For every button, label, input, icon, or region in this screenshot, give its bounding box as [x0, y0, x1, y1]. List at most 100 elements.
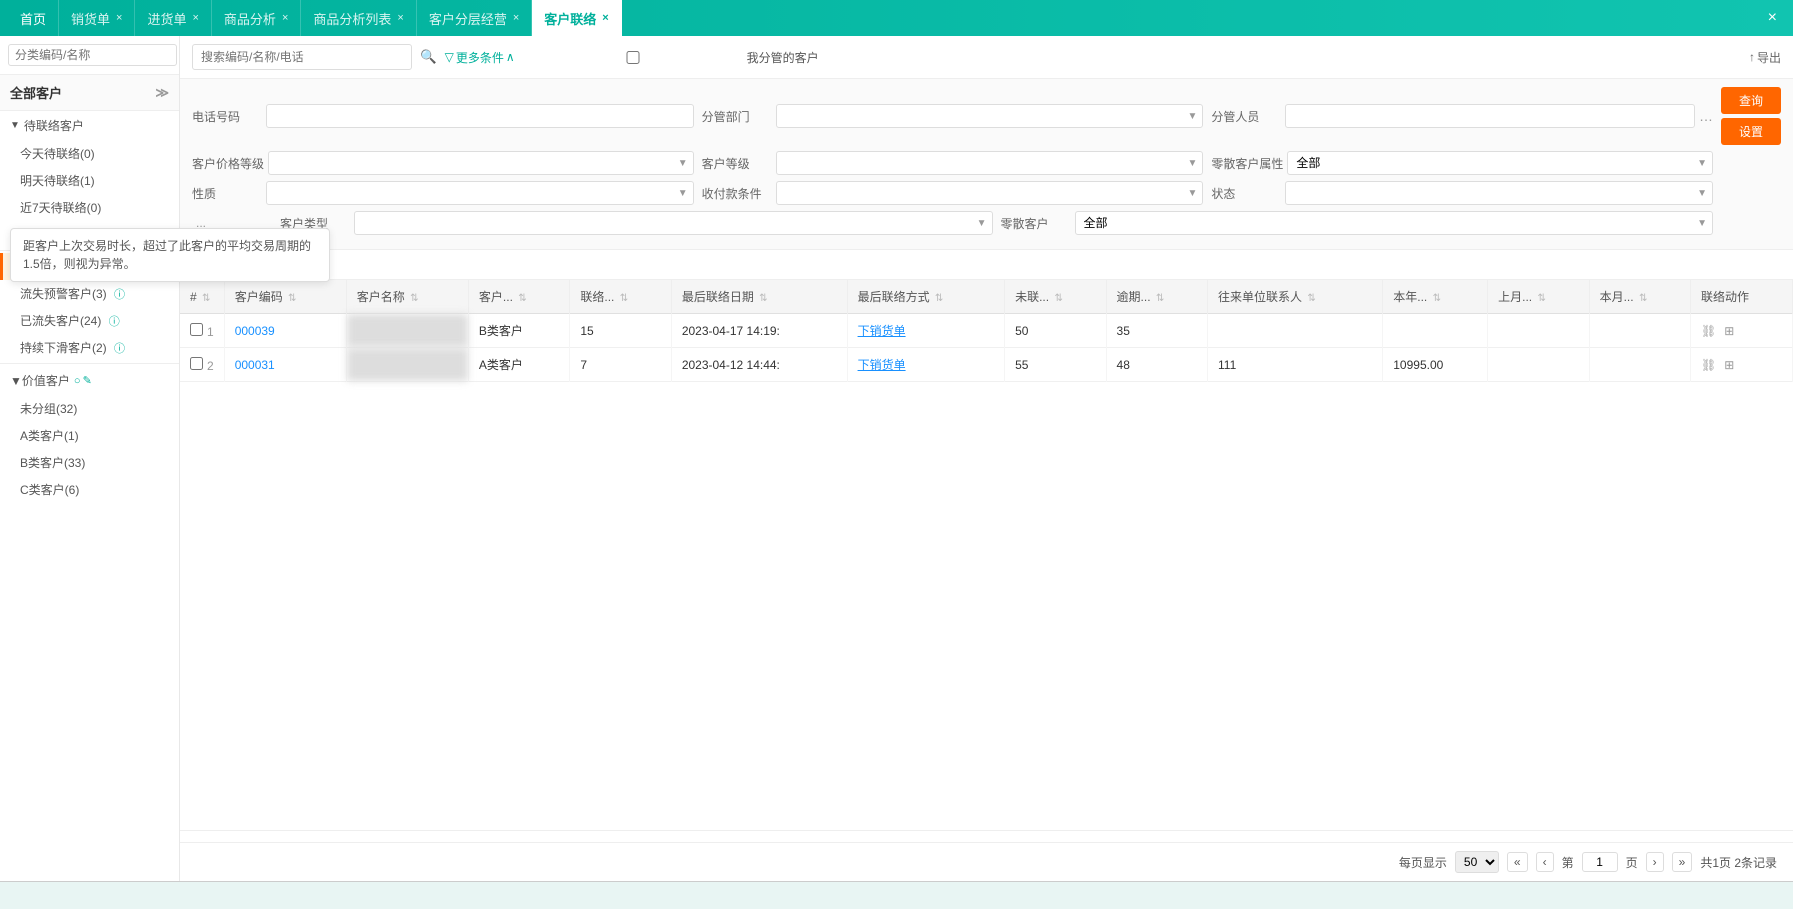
- th-overdue[interactable]: 逾期... ⇅: [1106, 280, 1207, 314]
- close-icon[interactable]: ×: [192, 12, 198, 24]
- sidebar-item-declining[interactable]: 持续下滑客户(2) ⓘ: [0, 334, 179, 361]
- phone-input[interactable]: [266, 104, 694, 128]
- sort-icon: ⇅: [1433, 293, 1441, 304]
- more-conditions-button[interactable]: ▽ 更多条件 ∧: [445, 49, 515, 66]
- tab-product-analysis-list[interactable]: 商品分析列表 ×: [301, 0, 416, 36]
- cell-overdue: 35: [1106, 314, 1207, 348]
- tab-home[interactable]: 首页: [8, 0, 59, 36]
- horizontal-scrollbar[interactable]: [180, 830, 1793, 842]
- grid-icon[interactable]: ⊞: [1724, 324, 1734, 338]
- th-uncontacted[interactable]: 未联... ⇅: [1005, 280, 1106, 314]
- th-last-date[interactable]: 最后联络日期 ⇅: [671, 280, 847, 314]
- person-input[interactable]: [1285, 104, 1695, 128]
- level-select[interactable]: [776, 151, 1204, 175]
- cell-this-year: [1383, 314, 1488, 348]
- close-icon[interactable]: ×: [513, 12, 519, 24]
- cell-checkbox: 2: [180, 348, 224, 382]
- settings-button[interactable]: 设置: [1721, 118, 1781, 145]
- my-customers-check[interactable]: [523, 51, 743, 64]
- retail2-select[interactable]: 全部: [1075, 211, 1714, 235]
- page-label: 第: [1562, 854, 1574, 871]
- th-last-method[interactable]: 最后联络方式 ⇅: [847, 280, 1005, 314]
- last-page-button[interactable]: »: [1672, 852, 1693, 872]
- status-select[interactable]: [1285, 181, 1713, 205]
- table-row: 2000031▓▓▓▓A类客户72023-04-12 14:44:下销货单554…: [180, 348, 1793, 382]
- filter-payment: 收付款条件 ▼: [702, 181, 1204, 205]
- row-checkbox[interactable]: [190, 357, 203, 370]
- sidebar-item-7days[interactable]: 近7天待联络(0): [0, 194, 179, 221]
- per-page-select[interactable]: 50: [1455, 851, 1499, 873]
- cell-last-method[interactable]: 下销货单: [847, 348, 1005, 382]
- dept-select[interactable]: [776, 104, 1204, 128]
- category-search-input[interactable]: [8, 44, 177, 66]
- link-icon[interactable]: ⛓: [1701, 324, 1716, 338]
- th-contacts[interactable]: 联络... ⇅: [570, 280, 671, 314]
- cell-name[interactable]: ▓▓▓▓: [346, 348, 468, 382]
- search-button[interactable]: 🔍: [420, 49, 437, 65]
- grid-icon[interactable]: ⊞: [1724, 358, 1734, 372]
- window-close-button[interactable]: ×: [1760, 9, 1785, 27]
- export-button[interactable]: ↑ 导出: [1749, 49, 1781, 66]
- payment-select[interactable]: [776, 181, 1204, 205]
- close-icon[interactable]: ×: [116, 12, 122, 24]
- all-customers-header[interactable]: 全部客户 ≫: [0, 75, 179, 111]
- cell-uncontacted: 55: [1005, 348, 1106, 382]
- close-icon[interactable]: ×: [602, 12, 608, 24]
- sidebar-item-b-class[interactable]: B类客户(33): [0, 449, 179, 476]
- tab-customer-layered[interactable]: 客户分层经营 ×: [417, 0, 532, 36]
- sidebar-item-c-class[interactable]: C类客户(6): [0, 476, 179, 503]
- cell-name[interactable]: ▓▓▓▓: [346, 314, 468, 348]
- th-this-month[interactable]: 本月... ⇅: [1589, 280, 1690, 314]
- query-button[interactable]: 查询: [1721, 87, 1781, 114]
- sidebar-item-a-class[interactable]: A类客户(1): [0, 422, 179, 449]
- customer-table: # ⇅ 客户编码 ⇅ 客户名称 ⇅ 客户...: [180, 280, 1793, 382]
- all-customers-label: 全部客户: [10, 83, 62, 102]
- th-type[interactable]: 客户... ⇅: [468, 280, 569, 314]
- cell-code[interactable]: 000031: [224, 348, 346, 382]
- more-icon[interactable]: …: [1699, 108, 1713, 124]
- tab-purchase-order[interactable]: 进货单 ×: [135, 0, 211, 36]
- th-num[interactable]: # ⇅: [180, 280, 224, 314]
- gender-select[interactable]: [266, 181, 694, 205]
- cell-last-method[interactable]: 下销货单: [847, 314, 1005, 348]
- sidebar-item-today[interactable]: 今天待联络(0): [0, 140, 179, 167]
- page-input[interactable]: [1582, 852, 1618, 872]
- retail-attr-select[interactable]: 全部: [1287, 151, 1713, 175]
- my-customers-checkbox[interactable]: 我分管的客户: [523, 49, 819, 66]
- sidebar-item-ungrouped[interactable]: 未分组(32): [0, 395, 179, 422]
- tooltip-box: 距客户上次交易时长，超过了此客户的平均交易周期的1.5倍，则视为异常。: [10, 228, 330, 282]
- th-code[interactable]: 客户编码 ⇅: [224, 280, 346, 314]
- filter-row-4: ... 客户类型 ▼ 零散客户 全部 ▼: [192, 211, 1781, 235]
- first-page-button[interactable]: «: [1507, 852, 1528, 872]
- link-icon[interactable]: ⛓: [1701, 358, 1716, 372]
- th-last-month[interactable]: 上月... ⇅: [1488, 280, 1589, 314]
- table-section: # ⇅ 客户编码 ⇅ 客户名称 ⇅ 客户...: [180, 280, 1793, 830]
- sort-icon: ⇅: [1156, 293, 1164, 304]
- price-select[interactable]: [268, 151, 694, 175]
- prev-page-button[interactable]: ‹: [1536, 852, 1554, 872]
- sort-icon: ⇅: [1307, 293, 1315, 304]
- close-icon[interactable]: ×: [282, 12, 288, 24]
- cell-code[interactable]: 000039: [224, 314, 346, 348]
- person-label: 分管人员: [1211, 108, 1281, 125]
- row-checkbox[interactable]: [190, 323, 203, 336]
- th-name[interactable]: 客户名称 ⇅: [346, 280, 468, 314]
- sidebar-item-churn-warning[interactable]: 流失预警客户(3) ⓘ: [0, 280, 179, 307]
- type-select[interactable]: [354, 211, 993, 235]
- th-company-contact[interactable]: 往来单位联系人 ⇅: [1208, 280, 1383, 314]
- tab-sales-order[interactable]: 销货单 ×: [59, 0, 135, 36]
- search-input[interactable]: [192, 44, 412, 70]
- filter-customer-level: 客户等级 ▼: [702, 151, 1204, 175]
- pending-contact-group[interactable]: ▼ 待联络客户: [0, 111, 179, 140]
- edit-icon[interactable]: ✎: [83, 374, 92, 387]
- table-header-row: # ⇅ 客户编码 ⇅ 客户名称 ⇅ 客户...: [180, 280, 1793, 314]
- next-page-button[interactable]: ›: [1646, 852, 1664, 872]
- collapse-icon[interactable]: ≫: [155, 85, 169, 101]
- close-icon[interactable]: ×: [397, 12, 403, 24]
- value-customer-group[interactable]: ▼ 价值客户 ○ ✎: [0, 366, 179, 395]
- tab-product-analysis[interactable]: 商品分析 ×: [212, 0, 301, 36]
- sidebar-item-tomorrow[interactable]: 明天待联络(1): [0, 167, 179, 194]
- sidebar-item-churned[interactable]: 已流失客户(24) ⓘ: [0, 307, 179, 334]
- th-this-year[interactable]: 本年... ⇅: [1383, 280, 1488, 314]
- tab-customer-contact[interactable]: 客户联络 ×: [532, 0, 621, 36]
